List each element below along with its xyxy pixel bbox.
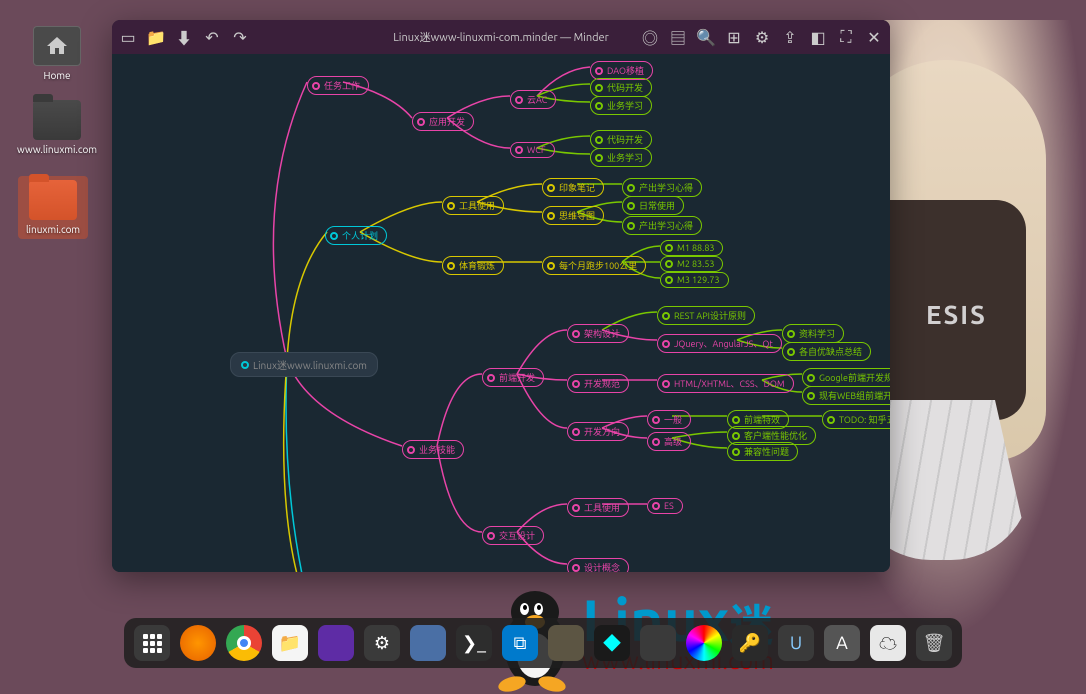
node[interactable]: 业务技能 xyxy=(402,440,464,459)
node[interactable]: M2 83.53 xyxy=(660,256,723,272)
dock-update[interactable]: A xyxy=(824,625,860,661)
dock-uapp[interactable]: U xyxy=(778,625,814,661)
dock-vscode[interactable]: ⧉ xyxy=(502,625,538,661)
desktop-label: linuxmi.com xyxy=(22,224,84,235)
dock-activity[interactable] xyxy=(410,625,446,661)
gear-icon[interactable]: ⚙ xyxy=(754,29,770,45)
node[interactable]: 代码开发 xyxy=(590,130,652,149)
search-icon[interactable]: 🔍 xyxy=(698,29,714,45)
dock-settings[interactable]: ⚙ xyxy=(364,625,400,661)
fullscreen-icon[interactable]: ⛶ xyxy=(838,29,854,45)
node[interactable]: 兼容性问题 xyxy=(727,442,798,461)
node[interactable]: 应用开发 xyxy=(412,112,474,131)
node[interactable]: 思维导图 xyxy=(542,206,604,225)
undo-icon[interactable]: ↶ xyxy=(204,29,220,45)
new-icon[interactable]: ▭ xyxy=(120,29,136,45)
dock-color[interactable] xyxy=(686,625,722,661)
dock-keepass[interactable]: 🔑 xyxy=(732,625,768,661)
desktop-label: Home xyxy=(22,70,92,81)
node[interactable]: WCF xyxy=(510,142,555,158)
node[interactable]: 产出学习心得 xyxy=(622,178,702,197)
dock-gimp[interactable] xyxy=(548,625,584,661)
node[interactable]: 开发方向 xyxy=(567,422,629,441)
node[interactable]: M1 88.83 xyxy=(660,240,723,256)
save-icon[interactable]: ⬇ xyxy=(176,29,192,45)
close-icon[interactable]: ✕ xyxy=(866,29,882,45)
window-title: Linux迷www-linuxmi-com.minder — Minder xyxy=(393,29,609,45)
node[interactable]: JQuery、AngularJS、Qt xyxy=(657,334,782,353)
redo-icon[interactable]: ↷ xyxy=(232,29,248,45)
dock-krita[interactable] xyxy=(640,625,676,661)
node[interactable]: Google前端开发规范学习 xyxy=(802,368,890,387)
list-icon[interactable]: ▤ xyxy=(670,29,686,45)
dock-terminal[interactable]: ❯_ xyxy=(456,625,492,661)
dock-trash[interactable]: 🗑 xyxy=(916,625,952,661)
node[interactable]: 前端开发 xyxy=(482,368,544,387)
share-icon[interactable]: ⇪ xyxy=(782,29,798,45)
dock-firefox[interactable] xyxy=(180,625,216,661)
node[interactable]: 任务工作 xyxy=(307,76,369,95)
node[interactable]: 工具使用 xyxy=(567,498,629,517)
node[interactable]: 工具使用 xyxy=(442,196,504,215)
dock-weather[interactable]: ☁ xyxy=(870,625,906,661)
node[interactable]: 架构设计 xyxy=(567,324,629,343)
node[interactable]: 产出学习心得 xyxy=(622,216,702,235)
node[interactable]: 个人计划 xyxy=(325,226,387,245)
mindmap-root[interactable]: Linux迷www.linuxmi.com xyxy=(230,352,378,377)
node[interactable]: REST API设计原则 xyxy=(657,306,755,325)
node[interactable]: 资料学习 xyxy=(782,324,844,343)
node[interactable]: HTML/XHTML、CSS、DOM xyxy=(657,374,794,393)
node[interactable]: 云AC xyxy=(510,90,556,109)
dock-tweaks[interactable] xyxy=(318,625,354,661)
node[interactable]: 业务学习 xyxy=(590,148,652,167)
titlebar[interactable]: ▭ 📁 ⬇ ↶ ↷ Linux迷www-linuxmi-com.minder —… xyxy=(112,20,890,54)
node[interactable]: 现有WEB组前端开发规范整理 xyxy=(802,386,890,405)
node[interactable]: 每个月跑步100公里 xyxy=(542,256,646,275)
node[interactable]: M3 129.73 xyxy=(660,272,729,288)
zoom-icon[interactable]: ⊞ xyxy=(726,29,742,45)
node[interactable]: 日常使用 xyxy=(622,196,684,215)
dock-apps[interactable] xyxy=(134,625,170,661)
node[interactable]: TODO: 知乎五周年特效 xyxy=(822,410,890,429)
node[interactable]: 设计概念 xyxy=(567,558,629,572)
node[interactable]: 一般 xyxy=(647,410,691,429)
node[interactable]: 印象笔记 xyxy=(542,178,604,197)
folder-linuxmi[interactable]: linuxmi.com xyxy=(18,176,88,239)
node[interactable]: 交互设计 xyxy=(482,526,544,545)
desktop-label: www.linuxmi.com xyxy=(12,144,102,155)
node[interactable]: 各自优缺点总结 xyxy=(782,342,871,361)
target-icon[interactable]: ◎ xyxy=(642,29,658,45)
dock: 📁 ⚙ ❯_ ⧉ ◆ 🔑 U A ☁ 🗑 xyxy=(124,618,962,668)
node[interactable]: 体育锻炼 xyxy=(442,256,504,275)
dock-chrome[interactable] xyxy=(226,625,262,661)
node[interactable]: 高级 xyxy=(647,432,691,451)
minder-window: ▭ 📁 ⬇ ↶ ↷ Linux迷www-linuxmi-com.minder —… xyxy=(112,20,890,572)
node[interactable]: 代码开发 xyxy=(590,78,652,97)
dock-inkscape[interactable]: ◆ xyxy=(594,625,630,661)
folder-linuxmi-www[interactable]: www.linuxmi.com xyxy=(12,100,102,155)
node[interactable]: ES xyxy=(647,498,683,514)
dock-files[interactable]: 📁 xyxy=(272,625,308,661)
home-icon[interactable]: Home xyxy=(22,26,92,81)
mindmap-canvas[interactable]: Linux迷www.linuxmi.com 任务工作 应用开发 云AC WCF … xyxy=(112,54,890,572)
open-icon[interactable]: 📁 xyxy=(148,29,164,45)
node[interactable]: 开发规范 xyxy=(567,374,629,393)
node[interactable]: 业务学习 xyxy=(590,96,652,115)
sidebar-icon[interactable]: ◧ xyxy=(810,29,826,45)
